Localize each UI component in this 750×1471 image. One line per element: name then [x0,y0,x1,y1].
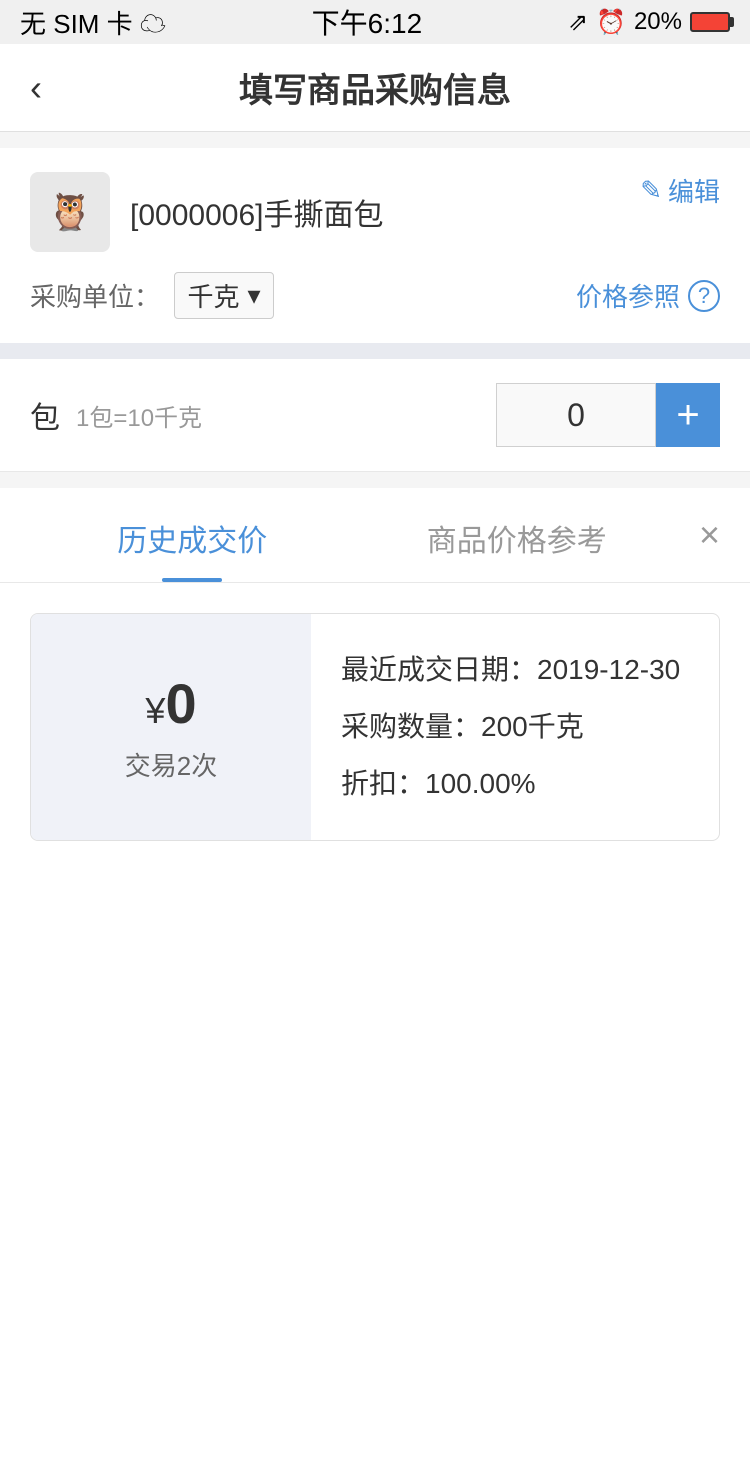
recent-date-value: 2019-12-30 [537,654,680,685]
edit-button[interactable]: ✎ 编辑 [640,172,720,209]
battery-percent: 20% [634,8,682,36]
currency-symbol: ¥ [145,690,165,731]
history-content: ¥0 交易2次 最近成交日期：2019-12-30 采购数量：200千克 折扣：… [0,583,750,871]
quantity-input[interactable] [496,383,656,447]
product-unit-row: 采购单位： 千克 ▾ 价格参照 ? [30,272,720,319]
quantity-value: 200千克 [481,711,584,742]
discount-row: 折扣：100.00% [341,764,689,803]
unit-conversion-label: 1包=10千克 [76,398,202,433]
help-icon: ? [688,280,720,312]
quantity-row: 包 1包=10千克 + [0,359,750,472]
tab-product-price-ref[interactable]: 商品价格参考 [354,488,678,582]
chevron-down-icon: ▾ [247,280,260,311]
edit-icon: ✎ [640,175,662,206]
quantity-unit-info: 包 1包=10千克 [30,393,202,437]
unit-section: 采购单位： 千克 ▾ [30,272,274,319]
product-card: 🦉 [0000006]手撕面包 ✎ 编辑 采购单位： 千克 ▾ 价格参照 ? [0,148,750,343]
quantity-row-detail: 采购数量：200千克 [341,707,689,746]
unit-value: 千克 [187,277,239,314]
nav-bar: ‹ 填写商品采购信息 [0,44,750,132]
trade-count: 交易2次 [125,746,217,783]
status-bar: 无 SIM 卡 ☁ 下午6:12 ⇗ ⏰ 20% [0,0,750,44]
discount-label: 折扣： [341,768,425,799]
product-header: 🦉 [0000006]手撕面包 ✎ 编辑 [30,172,720,252]
quantity-plus-button[interactable]: + [656,383,720,447]
product-info: 🦉 [0000006]手撕面包 [30,172,383,252]
discount-value: 100.00% [425,768,536,799]
history-price-section: ¥0 交易2次 [31,614,311,840]
main-background [0,871,750,1471]
quantity-label: 采购数量： [341,711,481,742]
product-name: [0000006]手撕面包 [130,190,383,234]
product-owl-icon: 🦉 [48,191,93,233]
recent-date-label: 最近成交日期： [341,654,537,685]
edit-label: 编辑 [668,172,720,209]
history-card: ¥0 交易2次 最近成交日期：2019-12-30 采购数量：200千克 折扣：… [30,613,720,841]
tab-history-price[interactable]: 历史成交价 [30,488,354,582]
sim-status: 无 SIM 卡 ☁ [20,4,166,41]
history-price-value: ¥0 [145,671,196,736]
package-unit-badge: 包 [30,393,60,437]
status-time: 下午6:12 [312,2,423,42]
unit-label: 采购单位： [30,282,160,312]
price-ref-label: 价格参照 [576,277,680,314]
battery-icon [690,12,730,32]
status-left: 无 SIM 卡 ☁ [20,4,166,41]
tab-panel: 历史成交价 商品价格参考 × ¥0 交易2次 最近成交日期：2019-12-30… [0,488,750,871]
status-right: ⇗ ⏰ 20% [568,8,730,37]
quantity-control: + [496,383,720,447]
back-button[interactable]: ‹ [30,67,42,109]
price-reference-button[interactable]: 价格参照 ? [576,277,720,314]
price-number: 0 [165,672,196,735]
unit-select-dropdown[interactable]: 千克 ▾ [174,272,273,319]
page-title: 填写商品采购信息 [239,63,511,112]
tab-close-button[interactable]: × [679,494,720,576]
alarm-icon: ⏰ [596,8,626,37]
section-divider [0,343,750,359]
product-thumbnail: 🦉 [30,172,110,252]
tab-header: 历史成交价 商品价格参考 × [0,488,750,583]
recent-date-row: 最近成交日期：2019-12-30 [341,650,689,689]
navigation-icon: ⇗ [568,8,588,37]
history-detail-section: 最近成交日期：2019-12-30 采购数量：200千克 折扣：100.00% [311,614,719,840]
